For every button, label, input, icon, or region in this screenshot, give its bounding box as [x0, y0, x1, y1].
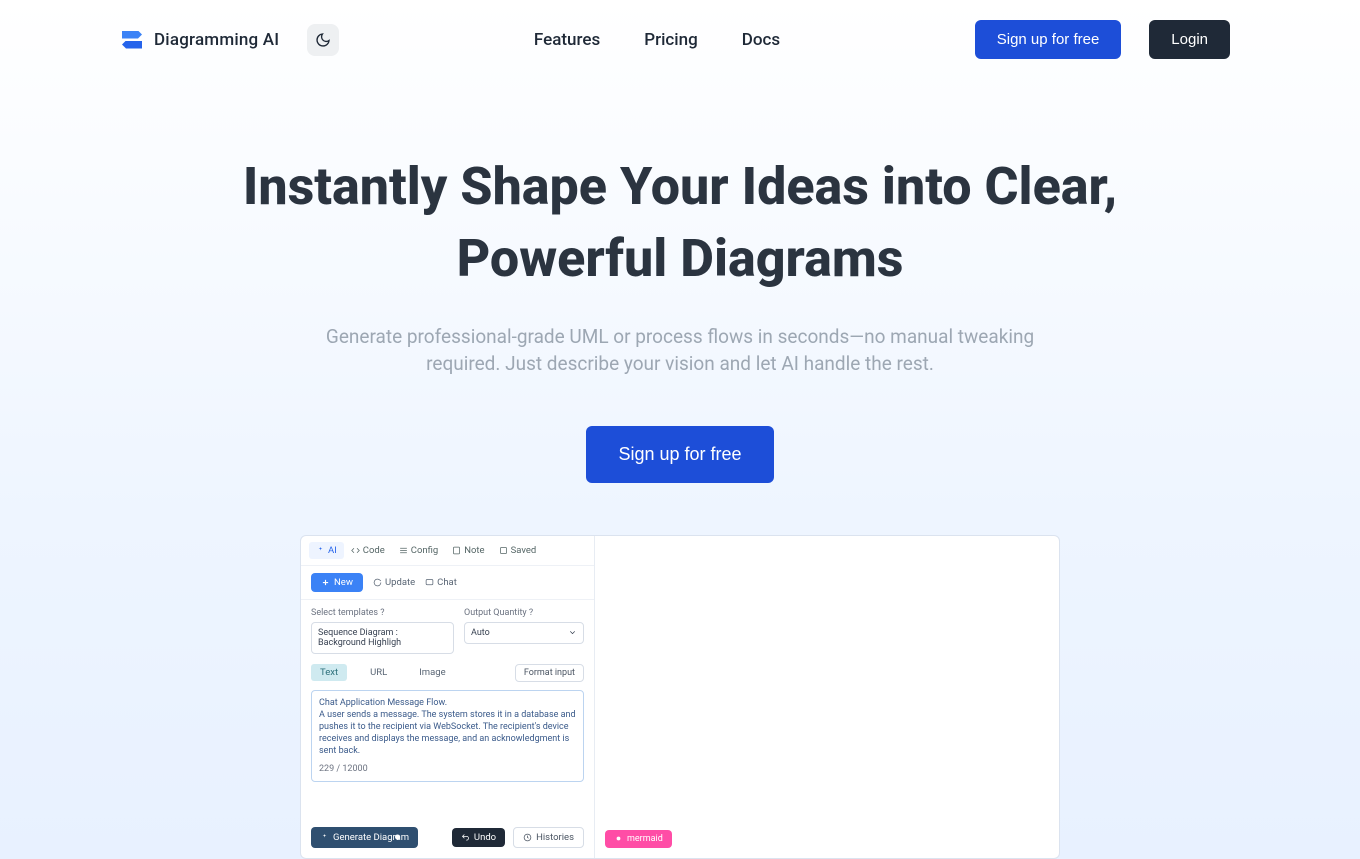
tab-saved[interactable]: Saved: [492, 542, 544, 559]
tab-code-label: Code: [363, 545, 385, 556]
templates-value: Sequence Diagram : Background Highligh: [318, 628, 447, 648]
header: Diagramming AI Features Pricing Docs Sig…: [0, 0, 1360, 79]
qty-select[interactable]: Auto: [464, 622, 584, 644]
new-label: New: [334, 577, 353, 588]
mermaid-badge[interactable]: mermaid: [605, 830, 672, 848]
logo-icon: [122, 31, 142, 49]
tab-saved-label: Saved: [511, 545, 537, 556]
prompt-title: Chat Application Message Flow.: [319, 697, 576, 709]
tab-config-label: Config: [411, 545, 438, 556]
undo-label: Undo: [474, 832, 496, 843]
tab-ai[interactable]: AI: [309, 542, 344, 559]
update-button[interactable]: Update: [373, 577, 415, 588]
mermaid-label: mermaid: [627, 834, 663, 844]
login-button[interactable]: Login: [1149, 20, 1230, 59]
update-label: Update: [385, 577, 415, 588]
tab-config[interactable]: Config: [392, 542, 445, 559]
sparkle-icon: [316, 546, 325, 555]
tab-note[interactable]: Note: [445, 542, 491, 559]
config-icon: [399, 546, 408, 555]
app-preview: AI Code Config Note Saved: [300, 535, 1060, 859]
nav-pricing[interactable]: Pricing: [644, 30, 698, 50]
sparkle-icon: [320, 833, 329, 842]
note-icon: [452, 546, 461, 555]
header-cta: Sign up for free Login: [975, 20, 1230, 59]
undo-button[interactable]: Undo: [452, 828, 505, 847]
main-nav: Features Pricing Docs: [534, 30, 780, 50]
templates-select[interactable]: Sequence Diagram : Background Highligh: [311, 622, 454, 654]
logo-text: Diagramming AI: [154, 30, 279, 50]
preview-wrap: AI Code Config Note Saved: [0, 535, 1360, 859]
preview-actions: Generate Diagram Undo Histories: [301, 817, 594, 858]
histories-button[interactable]: Histories: [513, 827, 584, 848]
hero: Instantly Shape Your Ideas into Clear, P…: [0, 79, 1360, 483]
input-tab-text[interactable]: Text: [311, 664, 347, 681]
chat-icon: [425, 578, 434, 587]
prompt-body: A user sends a message. The system store…: [319, 709, 576, 758]
new-button[interactable]: New: [311, 573, 363, 592]
saved-icon: [499, 546, 508, 555]
preview-action-tabs: New Update Chat: [301, 566, 594, 600]
nav-features[interactable]: Features: [534, 30, 600, 50]
prompt-textarea[interactable]: Chat Application Message Flow. A user se…: [311, 690, 584, 782]
format-input-button[interactable]: Format input: [515, 664, 584, 682]
cursor-icon: [395, 835, 400, 840]
tab-code[interactable]: Code: [344, 542, 392, 559]
history-icon: [523, 833, 532, 842]
refresh-icon: [373, 578, 382, 587]
preview-selects: Select templates ? Sequence Diagram : Ba…: [301, 600, 594, 658]
input-mode-tabs: Text URL Image Format input: [301, 658, 594, 688]
hero-title: Instantly Shape Your Ideas into Clear, P…: [230, 151, 1130, 295]
char-count: 229 / 12000: [319, 763, 368, 775]
preview-canvas: mermaid: [595, 536, 1059, 858]
qty-value: Auto: [471, 628, 490, 638]
theme-toggle[interactable]: [307, 24, 339, 56]
preview-mode-tabs: AI Code Config Note Saved: [301, 536, 594, 566]
logo-group[interactable]: Diagramming AI: [122, 24, 339, 56]
tab-note-label: Note: [464, 545, 484, 556]
preview-left-panel: AI Code Config Note Saved: [301, 536, 595, 858]
chevron-down-icon: [568, 628, 577, 637]
signup-button[interactable]: Sign up for free: [975, 20, 1122, 59]
moon-icon: [315, 32, 331, 48]
plus-icon: [321, 578, 330, 587]
chat-button[interactable]: Chat: [425, 577, 457, 588]
hero-cta-button[interactable]: Sign up for free: [586, 426, 773, 483]
histories-label: Histories: [536, 832, 574, 843]
mermaid-icon: [614, 834, 623, 843]
code-icon: [351, 546, 360, 555]
hero-subtitle: Generate professional-grade UML or proce…: [300, 323, 1060, 378]
generate-diagram-button[interactable]: Generate Diagram: [311, 827, 418, 848]
input-tab-url[interactable]: URL: [361, 664, 396, 681]
chat-label: Chat: [437, 577, 457, 588]
nav-docs[interactable]: Docs: [742, 30, 780, 50]
input-tab-image[interactable]: Image: [410, 664, 454, 681]
qty-label: Output Quantity ?: [464, 608, 584, 618]
templates-label: Select templates ?: [311, 608, 454, 618]
tab-ai-label: AI: [328, 545, 337, 556]
undo-icon: [461, 833, 470, 842]
